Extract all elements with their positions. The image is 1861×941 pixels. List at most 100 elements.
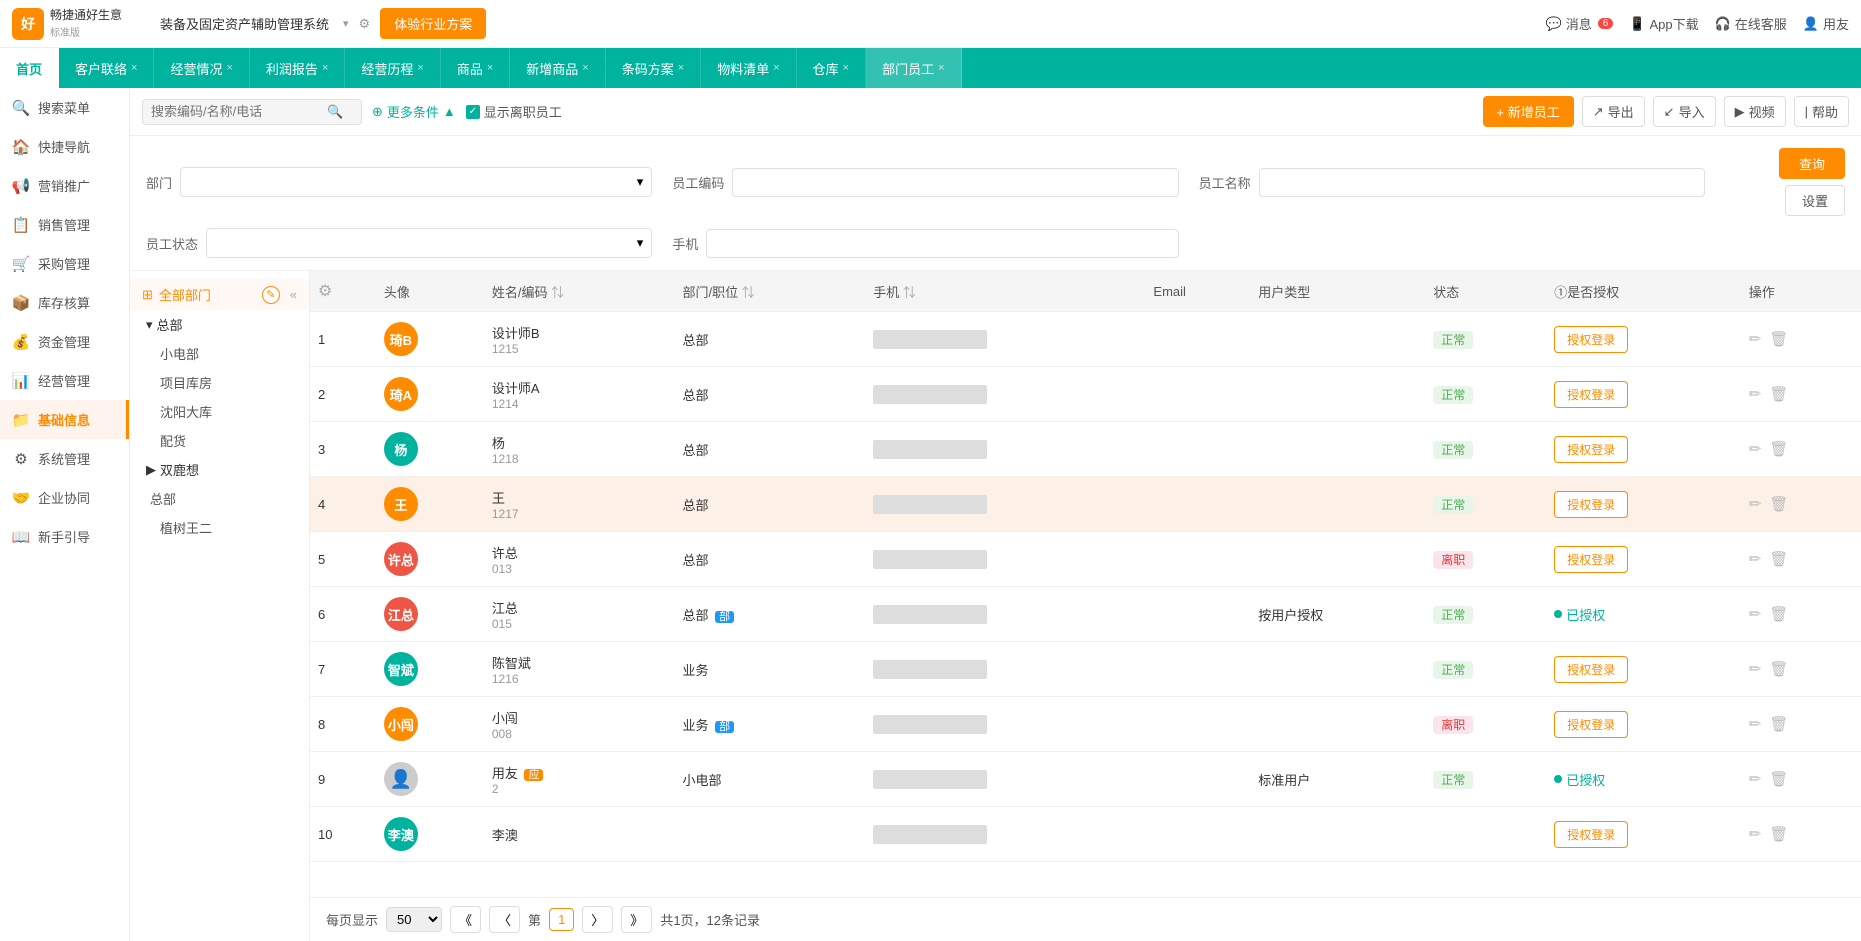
dept-node-shenyangdaku[interactable]: 沈阳大库 xyxy=(130,397,309,426)
dept-select[interactable]: ▾ xyxy=(180,167,652,197)
auth-button[interactable]: 授权登录 xyxy=(1554,491,1628,518)
auth-button[interactable]: 授权登录 xyxy=(1554,711,1628,738)
per-page-select[interactable]: 50 20 100 xyxy=(386,907,442,932)
app-download-button[interactable]: 📱 App下载 xyxy=(1629,14,1698,33)
sidebar-item-guide[interactable]: 📖 新手引导 xyxy=(0,517,129,556)
auth-cell[interactable]: 授权登录 xyxy=(1546,422,1740,477)
dept-all-button[interactable]: ⊞ 全部部门 ✎ « xyxy=(130,279,309,310)
col-settings[interactable]: ⚙ xyxy=(310,271,376,312)
delete-icon[interactable]: 🗑 xyxy=(1769,495,1788,513)
close-icon[interactable]: × xyxy=(582,62,588,74)
import-button[interactable]: ↙ 导入 xyxy=(1653,96,1716,127)
auth-button[interactable]: 授权登录 xyxy=(1554,546,1628,573)
prev-page-button[interactable]: 〈 xyxy=(489,906,520,933)
auth-cell[interactable]: 授权登录 xyxy=(1546,312,1740,367)
tab-profit[interactable]: 利润报告 × xyxy=(250,48,345,88)
dept-node-peihuo[interactable]: 配货 xyxy=(130,426,309,455)
emp-name-input[interactable] xyxy=(1259,168,1705,197)
phone-input[interactable] xyxy=(706,229,1178,258)
first-page-button[interactable]: 《 xyxy=(450,906,481,933)
edit-icon[interactable]: ✏ xyxy=(1749,440,1762,458)
auth-cell[interactable]: 授权登录 xyxy=(1546,532,1740,587)
view-button[interactable]: ▶ 视频 xyxy=(1724,96,1786,127)
sidebar-item-marketing[interactable]: 📢 营销推广 xyxy=(0,166,129,205)
tab-customer[interactable]: 客户联络 × xyxy=(59,48,154,88)
experience-button[interactable]: 体验行业方案 xyxy=(380,8,486,39)
delete-icon[interactable]: 🗑 xyxy=(1769,605,1788,623)
next-page-button[interactable]: 〉 xyxy=(582,906,613,933)
auth-button[interactable]: 授权登录 xyxy=(1554,381,1628,408)
auth-button[interactable]: 授权登录 xyxy=(1554,821,1628,848)
sidebar-item-shortcut[interactable]: 🏠 快捷导航 xyxy=(0,127,129,166)
sidebar-item-finance[interactable]: 💰 资金管理 xyxy=(0,322,129,361)
edit-icon[interactable]: ✏ xyxy=(1749,385,1762,403)
export-button[interactable]: ↗ 导出 xyxy=(1582,96,1645,127)
edit-icon[interactable]: ✏ xyxy=(1749,715,1762,733)
last-page-button[interactable]: 》 xyxy=(621,906,652,933)
delete-icon[interactable]: 🗑 xyxy=(1769,550,1788,568)
edit-icon[interactable]: ✏ xyxy=(1749,550,1762,568)
close-icon[interactable]: × xyxy=(417,62,423,74)
emp-status-select[interactable]: ▾ xyxy=(206,228,652,258)
delete-icon[interactable]: 🗑 xyxy=(1769,440,1788,458)
auth-button[interactable]: 授权登录 xyxy=(1554,656,1628,683)
close-icon[interactable]: × xyxy=(938,62,944,74)
close-icon[interactable]: × xyxy=(773,62,779,74)
close-icon[interactable]: × xyxy=(226,62,232,74)
more-conditions-button[interactable]: ⊕ 更多条件 ▲ xyxy=(372,102,456,121)
show-inactive-checkbox[interactable]: ✓ xyxy=(466,105,480,119)
search-input-wrap[interactable]: 🔍 xyxy=(142,99,362,125)
edit-icon[interactable]: ✏ xyxy=(1749,605,1762,623)
search-input[interactable] xyxy=(151,104,321,119)
close-icon[interactable]: × xyxy=(487,62,493,74)
tab-warehouse[interactable]: 仓库 × xyxy=(797,48,866,88)
edit-icon[interactable]: ✏ xyxy=(1749,825,1762,843)
auth-cell[interactable]: 已授权 xyxy=(1546,587,1740,642)
settings-icon[interactable]: ⚙ xyxy=(318,283,332,300)
auth-cell[interactable]: 已授权 xyxy=(1546,752,1740,807)
sidebar-item-basic[interactable]: 📁 基础信息 xyxy=(0,400,129,439)
auth-button[interactable]: 授权登录 xyxy=(1554,326,1628,353)
delete-icon[interactable]: 🗑 xyxy=(1769,330,1788,348)
edit-icon[interactable]: ✏ xyxy=(1749,770,1762,788)
sidebar-item-sales[interactable]: 📋 销售管理 xyxy=(0,205,129,244)
add-employee-button[interactable]: + 新增员工 xyxy=(1483,96,1574,127)
sidebar-item-search[interactable]: 🔍 搜索菜单 xyxy=(0,88,129,127)
close-icon[interactable]: × xyxy=(131,62,137,74)
help-button[interactable]: | 帮助 xyxy=(1794,96,1849,127)
message-button[interactable]: 💬 消息 6 xyxy=(1546,14,1614,33)
delete-icon[interactable]: 🗑 xyxy=(1769,385,1788,403)
sidebar-item-purchase[interactable]: 🛒 采购管理 xyxy=(0,244,129,283)
delete-icon[interactable]: 🗑 xyxy=(1769,770,1788,788)
delete-icon[interactable]: 🗑 xyxy=(1769,715,1788,733)
edit-icon[interactable]: ✏ xyxy=(1749,660,1762,678)
col-name[interactable]: 姓名/编码 ⇅ xyxy=(484,271,675,312)
online-service-button[interactable]: 🎧 在线客服 xyxy=(1715,14,1787,33)
gear-icon[interactable]: ⚙ xyxy=(359,16,371,32)
close-icon[interactable]: × xyxy=(678,62,684,74)
auth-cell[interactable]: 授权登录 xyxy=(1546,367,1740,422)
auth-cell[interactable]: 授权登录 xyxy=(1546,477,1740,532)
tab-add-goods[interactable]: 新增商品 × xyxy=(510,48,605,88)
dept-node-zonbu2[interactable]: 总部 xyxy=(130,484,309,513)
edit-icon[interactable]: ✏ xyxy=(1749,495,1762,513)
auth-cell[interactable]: 授权登录 xyxy=(1546,642,1740,697)
close-icon[interactable]: × xyxy=(843,62,849,74)
tab-goods[interactable]: 商品 × xyxy=(441,48,510,88)
col-dept[interactable]: 部门/职位 ⇅ xyxy=(675,271,866,312)
collapse-icon[interactable]: « xyxy=(290,287,297,302)
dept-node-shuangluxiang[interactable]: ▶ 双鹿想 xyxy=(130,455,309,484)
auth-cell[interactable]: 授权登录 xyxy=(1546,697,1740,752)
edit-icon[interactable]: ✏ xyxy=(1749,330,1762,348)
dept-node-zonbu-collapse[interactable]: ▾ 总部 xyxy=(130,310,309,339)
reset-button[interactable]: 设置 xyxy=(1785,185,1845,216)
tab-employees[interactable]: 部门员工 × xyxy=(866,48,961,88)
dept-node-zhishuwanger[interactable]: 植树王二 xyxy=(130,513,309,542)
delete-icon[interactable]: 🗑 xyxy=(1769,660,1788,678)
tab-home[interactable]: 首页 xyxy=(0,48,59,88)
query-button[interactable]: 查询 xyxy=(1779,148,1845,179)
tab-barcode[interactable]: 条码方案 × xyxy=(606,48,701,88)
sidebar-item-operations[interactable]: 📊 经营管理 xyxy=(0,361,129,400)
system-dropdown-icon[interactable]: ▾ xyxy=(343,17,349,30)
tab-operations[interactable]: 经营情况 × xyxy=(154,48,249,88)
